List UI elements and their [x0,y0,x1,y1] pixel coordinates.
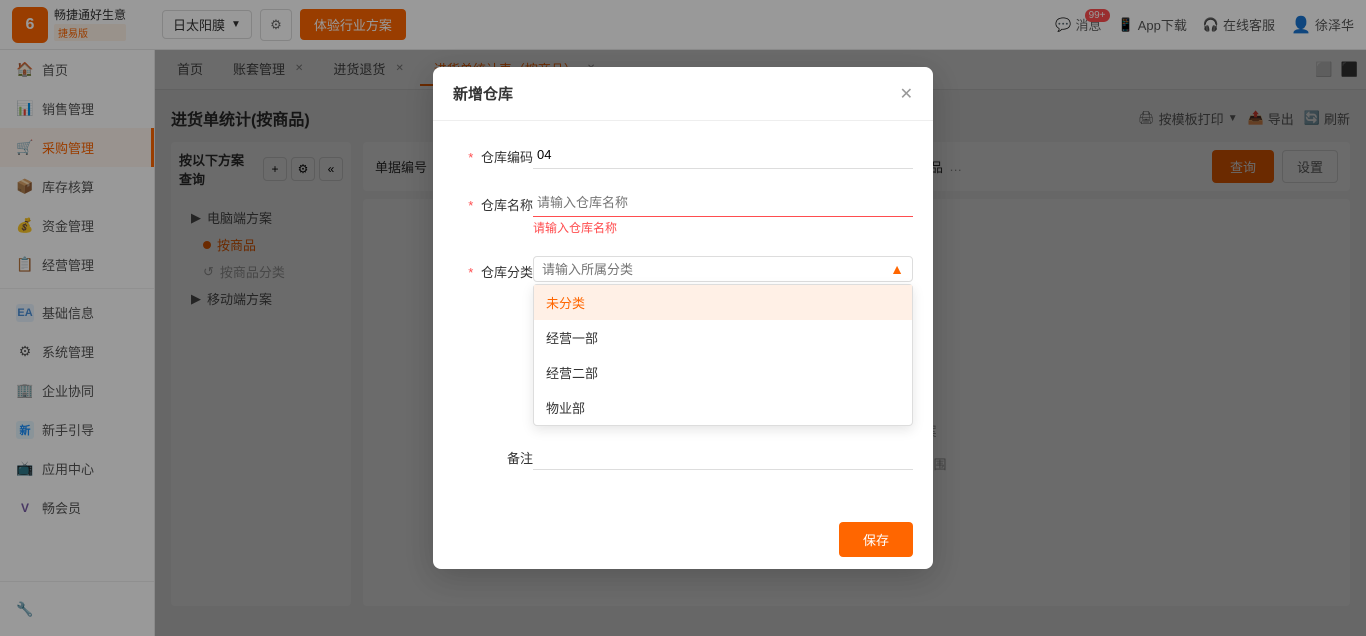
dropdown-item-dept2[interactable]: 经营二部 [534,355,912,390]
form-row-category: * 仓库分类 ▲ 未分类 经营一部 经营二部 物业部 [453,256,913,282]
category-dropdown: 未分类 经营一部 经营二部 物业部 [533,284,913,426]
category-input[interactable] [542,262,890,277]
category-input-wrapper: ▲ [533,256,913,282]
modal-overlay[interactable]: 新增仓库 ✕ * 仓库编码 * 仓库名称 [0,0,1366,636]
name-field: 请输入仓库名称 [533,189,913,236]
form-row-code: * 仓库编码 [453,141,913,169]
required-star-name: * [468,198,473,213]
name-label: * 仓库名称 [453,189,533,214]
dropdown-item-dept1[interactable]: 经营一部 [534,320,912,355]
modal-header: 新增仓库 ✕ [433,67,933,121]
remark-input[interactable] [533,442,913,470]
remark-field [533,442,913,470]
category-label: * 仓库分类 [453,256,533,281]
modal-close-button[interactable]: ✕ [900,84,913,104]
code-label: * 仓库编码 [453,141,533,166]
required-star-category: * [468,265,473,280]
remark-label: 备注 [453,442,533,467]
save-button[interactable]: 保存 [839,522,913,557]
modal-body: * 仓库编码 * 仓库名称 请输入仓库名称 [433,121,933,510]
dropdown-item-property[interactable]: 物业部 [534,390,912,425]
name-input[interactable] [533,189,913,217]
required-star-code: * [468,150,473,165]
name-error: 请输入仓库名称 [533,219,913,236]
category-field: ▲ 未分类 经营一部 经营二部 物业部 [533,256,913,282]
code-field [533,141,913,169]
modal-footer: 保存 [433,510,933,569]
chevron-up-icon[interactable]: ▲ [890,261,904,277]
form-row-remark: 备注 [453,442,913,470]
dropdown-item-uncategorized[interactable]: 未分类 [534,285,912,320]
code-input[interactable] [533,141,913,169]
form-row-name: * 仓库名称 请输入仓库名称 [453,189,913,236]
add-warehouse-modal: 新增仓库 ✕ * 仓库编码 * 仓库名称 [433,67,933,569]
modal-title: 新增仓库 [453,83,513,104]
